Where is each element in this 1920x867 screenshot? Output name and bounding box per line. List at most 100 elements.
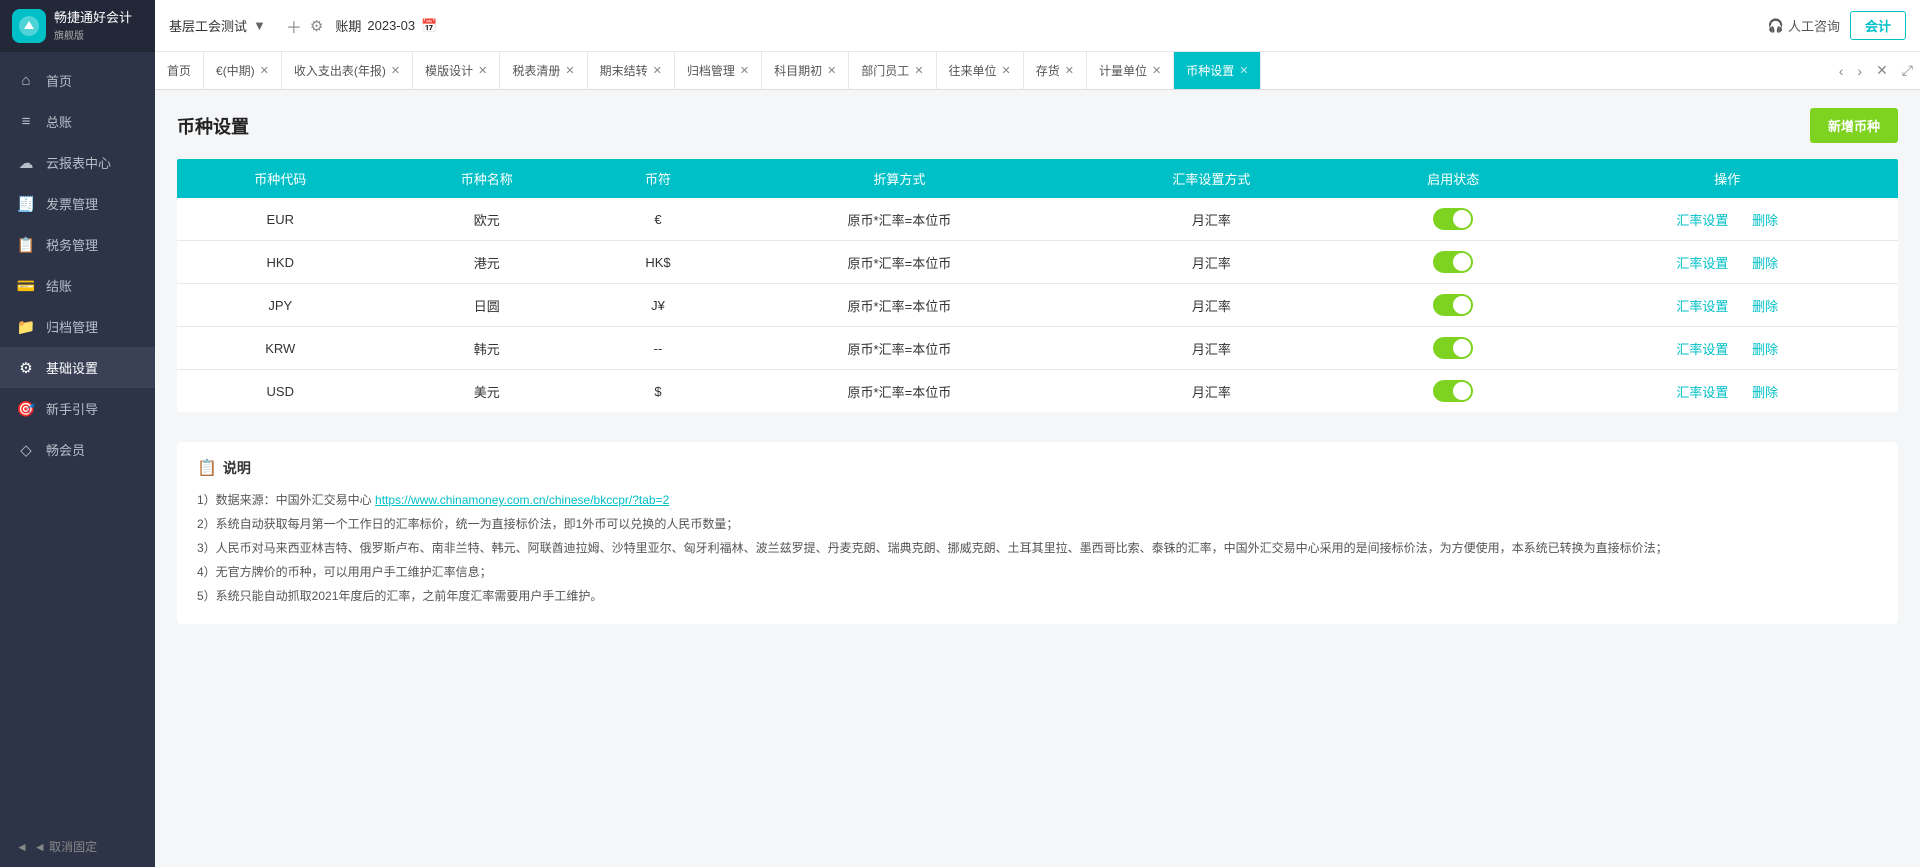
sidebar-item-home[interactable]: ⌂ 首页 — [0, 60, 155, 101]
col-symbol: 币符 — [590, 159, 726, 198]
tab-currency[interactable]: 币种设置 ✕ — [1174, 52, 1261, 89]
sidebar-item-archive[interactable]: 📁 归档管理 — [0, 306, 155, 347]
delete-link[interactable]: 删除 — [1752, 342, 1778, 357]
sidebar-item-reports[interactable]: ☁ 云报表中心 — [0, 142, 155, 183]
company-name: 基层工会测试 ▼ — [169, 16, 266, 35]
tab-period-end[interactable]: 期末结转 ✕ — [588, 52, 675, 89]
sidebar-item-member[interactable]: ◇ 畅会员 — [0, 429, 155, 470]
table-row: JPY 日圆 J¥ 原币*汇率=本位币 月汇率 汇率设置 删除 — [177, 284, 1898, 327]
main-area: 基层工会测试 ▼ ＋ ⚙ 账期 2023-03 📅 🎧 人工咨询 会计 首页 €… — [155, 0, 1920, 867]
tab-prev-btn[interactable]: ‹ — [1832, 63, 1851, 79]
tab-dept[interactable]: 部门员工 ✕ — [849, 52, 936, 89]
note-link[interactable]: https://www.chinamoney.com.cn/chinese/bk… — [375, 493, 669, 507]
company-dropdown[interactable]: ▼ — [253, 18, 266, 33]
enabled-toggle[interactable] — [1433, 208, 1473, 230]
tab-units[interactable]: 往来单位 ✕ — [937, 52, 1024, 89]
tab-close-all-btn[interactable]: ✕ — [1869, 62, 1895, 79]
cell-action: 汇率设置 删除 — [1557, 241, 1898, 284]
col-calc: 折算方式 — [726, 159, 1073, 198]
note-item: 2）系统自动获取每月第一个工作日的汇率标价，统一为直接标价法，即1外币可以兑换的… — [197, 512, 1878, 536]
sidebar-item-ledger[interactable]: ≡ 总账 — [0, 101, 155, 142]
cell-rate-method: 月汇率 — [1073, 241, 1350, 284]
cell-calc: 原币*汇率=本位币 — [726, 284, 1073, 327]
tab-close-tax[interactable]: ✕ — [565, 64, 574, 77]
enabled-toggle[interactable] — [1433, 337, 1473, 359]
enabled-toggle[interactable] — [1433, 251, 1473, 273]
enabled-toggle[interactable] — [1433, 380, 1473, 402]
account-btn[interactable]: 会计 — [1850, 11, 1906, 40]
enabled-toggle[interactable] — [1433, 294, 1473, 316]
tab-archive[interactable]: 归档管理 ✕ — [675, 52, 762, 89]
cell-action: 汇率设置 删除 — [1557, 198, 1898, 241]
cell-status — [1350, 327, 1557, 370]
col-rate-method: 汇率设置方式 — [1073, 159, 1350, 198]
tab-balance[interactable]: €(中期) ✕ — [204, 52, 282, 89]
rate-setting-link[interactable]: 汇率设置 — [1676, 385, 1728, 400]
rate-setting-link[interactable]: 汇率设置 — [1676, 342, 1728, 357]
sidebar-item-invoice[interactable]: 🧾 发票管理 — [0, 183, 155, 224]
tab-subjects[interactable]: 科目期初 ✕ — [762, 52, 849, 89]
sidebar-item-settle[interactable]: 💳 结账 — [0, 265, 155, 306]
sidebar-item-tax[interactable]: 📋 税务管理 — [0, 224, 155, 265]
rate-setting-link[interactable]: 汇率设置 — [1676, 213, 1728, 228]
tab-close-income[interactable]: ✕ — [391, 64, 400, 77]
cell-name: 欧元 — [384, 198, 591, 241]
cell-status — [1350, 198, 1557, 241]
tab-close-dept[interactable]: ✕ — [914, 64, 923, 77]
rate-setting-link[interactable]: 汇率设置 — [1676, 256, 1728, 271]
cell-code: EUR — [177, 198, 384, 241]
cell-action: 汇率设置 删除 — [1557, 327, 1898, 370]
delete-link[interactable]: 删除 — [1752, 213, 1778, 228]
sidebar-item-guide[interactable]: 🎯 新手引导 — [0, 388, 155, 429]
guide-icon: 🎯 — [16, 400, 36, 418]
sidebar-logo: 畅捷通好会计 旗舰版 — [0, 0, 155, 52]
sidebar-pin-toggle[interactable]: ◄ ◄ 取消固定 — [0, 826, 155, 867]
tab-bar: 首页 €(中期) ✕ 收入支出表(年报) ✕ 模版设计 ✕ 税表清册 ✕ 期末结… — [155, 52, 1920, 90]
cell-symbol: HK$ — [590, 241, 726, 284]
note-item: 3）人民币对马来西亚林吉特、俄罗斯卢布、南非兰特、韩元、阿联酋迪拉姆、沙特里亚尔… — [197, 536, 1878, 560]
tab-close-currency[interactable]: ✕ — [1239, 64, 1248, 77]
delete-link[interactable]: 删除 — [1752, 299, 1778, 314]
tab-close-archive[interactable]: ✕ — [740, 64, 749, 77]
tab-tax[interactable]: 税表清册 ✕ — [500, 52, 587, 89]
cell-rate-method: 月汇率 — [1073, 284, 1350, 327]
delete-link[interactable]: 删除 — [1752, 385, 1778, 400]
top-bar: 基层工会测试 ▼ ＋ ⚙ 账期 2023-03 📅 🎧 人工咨询 会计 — [155, 0, 1920, 52]
col-status: 启用状态 — [1350, 159, 1557, 198]
calendar-icon[interactable]: 📅 — [421, 18, 437, 34]
page-header: 币种设置 新增币种 — [177, 108, 1898, 143]
tab-maximize-btn[interactable]: ⤢ — [1895, 62, 1920, 79]
logo-icon — [12, 9, 46, 43]
cell-calc: 原币*汇率=本位币 — [726, 198, 1073, 241]
tab-income[interactable]: 收入支出表(年报) ✕ — [282, 52, 413, 89]
tab-close-template[interactable]: ✕ — [478, 64, 487, 77]
period-display: 账期 2023-03 📅 — [335, 16, 437, 35]
tab-close-subjects[interactable]: ✕ — [827, 64, 836, 77]
cell-symbol: J¥ — [590, 284, 726, 327]
rate-setting-link[interactable]: 汇率设置 — [1676, 299, 1728, 314]
tab-close-inventory[interactable]: ✕ — [1065, 64, 1074, 77]
tab-close-measure[interactable]: ✕ — [1152, 64, 1161, 77]
delete-link[interactable]: 删除 — [1752, 256, 1778, 271]
settings-btn[interactable]: ⚙ — [310, 17, 323, 35]
tab-inventory[interactable]: 存货 ✕ — [1024, 52, 1087, 89]
tab-measure[interactable]: 计量单位 ✕ — [1087, 52, 1174, 89]
home-icon: ⌂ — [16, 72, 36, 89]
table-row: EUR 欧元 € 原币*汇率=本位币 月汇率 汇率设置 删除 — [177, 198, 1898, 241]
tab-close-units[interactable]: ✕ — [1002, 64, 1011, 77]
new-currency-btn[interactable]: 新增币种 — [1810, 108, 1898, 143]
tab-template[interactable]: 模版设计 ✕ — [413, 52, 500, 89]
add-company-btn[interactable]: ＋ — [286, 14, 302, 38]
tab-close-period-end[interactable]: ✕ — [653, 64, 662, 77]
tab-next-btn[interactable]: › — [1850, 63, 1869, 79]
cell-calc: 原币*汇率=本位币 — [726, 370, 1073, 413]
member-icon: ◇ — [16, 441, 36, 459]
sidebar-item-basic[interactable]: ⚙ 基础设置 — [0, 347, 155, 388]
note-item: 5）系统只能自动抓取2021年度后的汇率，之前年度汇率需要用户手工维护。 — [197, 584, 1878, 608]
pin-icon: ◄ — [16, 840, 28, 854]
table-row: USD 美元 $ 原币*汇率=本位币 月汇率 汇率设置 删除 — [177, 370, 1898, 413]
tax-icon: 📋 — [16, 236, 36, 254]
customer-service-btn[interactable]: 🎧 人工咨询 — [1768, 16, 1840, 35]
tab-close-balance[interactable]: ✕ — [260, 64, 269, 77]
tab-home[interactable]: 首页 — [155, 52, 204, 89]
